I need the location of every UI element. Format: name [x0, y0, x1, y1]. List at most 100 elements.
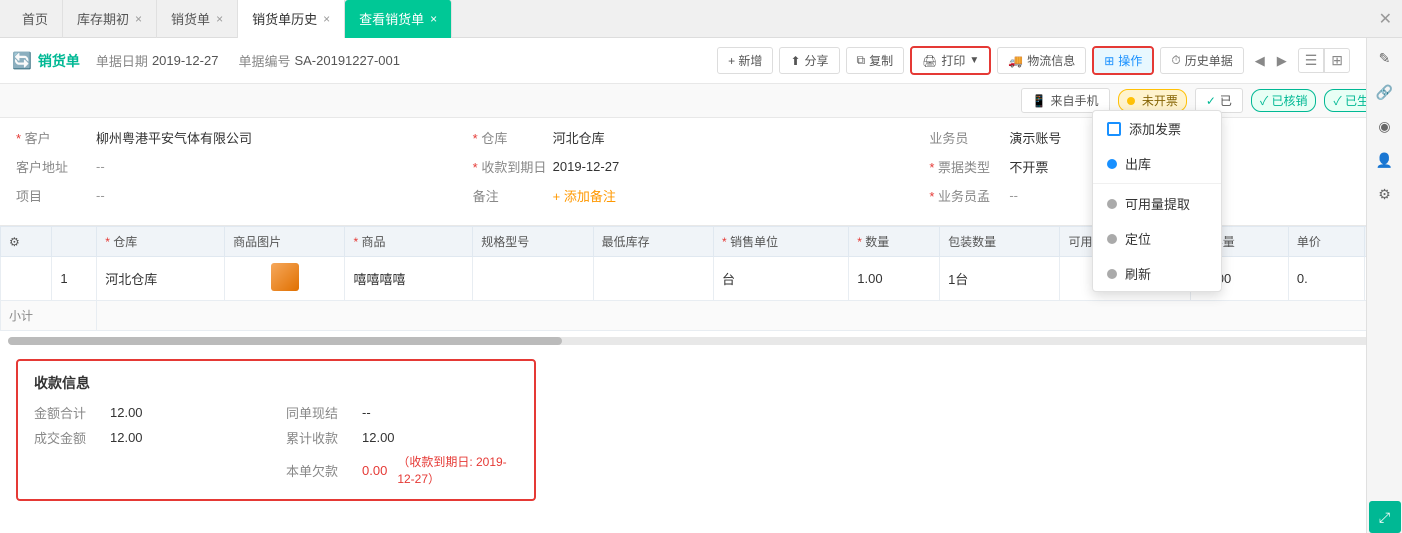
due-date-group: 收款到期日 2019-12-27	[473, 157, 930, 176]
new-label: + 新增	[728, 52, 762, 69]
product-image	[271, 263, 299, 291]
col-qty: 数量	[849, 227, 940, 257]
sidebar-expand-icon[interactable]: ⤢	[1369, 501, 1401, 533]
copy-icon: ⧉	[857, 53, 866, 68]
copy-button[interactable]: ⧉ 复制	[846, 47, 905, 74]
dropdown-add-invoice[interactable]: 添加发票	[1093, 111, 1221, 146]
tab-sales-order[interactable]: 销货单 ×	[157, 0, 238, 38]
summary-owed-label: 本单欠款	[286, 461, 356, 480]
new-button[interactable]: + 新增	[717, 47, 773, 74]
doc-header: 🔄 销货单 单据日期 2019-12-27 单据编号 SA-20191227-0…	[0, 38, 1402, 84]
ops-icon: ⊞	[1104, 54, 1114, 68]
doc-date-label: 单据日期	[96, 51, 148, 70]
tab-view-sales-close[interactable]: ×	[430, 12, 437, 26]
summary-total: 金额合计 12.00	[34, 403, 266, 422]
checked-tag[interactable]: ✓ 已核销	[1251, 89, 1317, 112]
summary-same-settle: 同单现结 --	[286, 403, 518, 422]
history-button[interactable]: ⏱ 历史单据	[1160, 47, 1243, 74]
share-icon: ⬆	[790, 54, 800, 68]
scrollbar-thumb[interactable]	[8, 337, 562, 345]
sidebar-link-icon[interactable]: 🔗	[1369, 76, 1401, 108]
staff-label: 业务员	[929, 128, 1009, 147]
summary-deal-value: 12.00	[110, 430, 143, 445]
dropdown-available-qty[interactable]: 可用量提取	[1093, 186, 1221, 221]
dropdown-refresh[interactable]: 刷新	[1093, 256, 1221, 291]
add-note-btn[interactable]: + 添加备注	[553, 186, 616, 205]
summary-same-settle-label: 同单现结	[286, 403, 356, 422]
logistics-label: 物流信息	[1027, 52, 1075, 69]
tab-inventory-init[interactable]: 库存期初 ×	[63, 0, 157, 38]
refresh-label: 刷新	[1125, 264, 1151, 283]
outbound-label: 出库	[1125, 154, 1151, 173]
row-img	[225, 257, 345, 301]
outbound-icon	[1107, 159, 1117, 169]
address-label: 客户地址	[16, 157, 96, 176]
print-icon: 🖨	[922, 54, 937, 68]
warehouse-group: 仓库 河北仓库	[473, 128, 930, 147]
history-icon: ⏱	[1171, 53, 1180, 68]
customer-group: 客户 柳州粤港平安气体有限公司	[16, 128, 473, 147]
print-label: 打印	[941, 52, 965, 69]
row-gear	[1, 257, 52, 301]
sidebar-eye-icon[interactable]: ◉	[1369, 110, 1401, 142]
col-idx	[52, 227, 97, 257]
phone-icon: 📱	[1032, 94, 1047, 108]
tab-inventory-init-close[interactable]: ×	[135, 12, 142, 26]
doc-date-item: 单据日期 2019-12-27	[96, 51, 219, 70]
doc-icon: 🔄	[12, 51, 32, 71]
unopen-tag[interactable]: 未开票	[1118, 89, 1187, 112]
summary-collected-value: 12.00	[362, 430, 395, 445]
summary-same-settle-value: --	[362, 405, 371, 420]
print-dropdown-icon: ▼	[969, 55, 979, 66]
col-minstock: 最低库存	[593, 227, 713, 257]
sidebar-settings-icon[interactable]: ⚙	[1369, 178, 1401, 210]
tab-sales-order-close[interactable]: ×	[216, 12, 223, 26]
tabs-bar: 首页 库存期初 × 销货单 × 销货单历史 × 查看销货单 × ✕	[0, 0, 1402, 38]
project-value: --	[96, 188, 105, 203]
col-unit: 销售单位	[714, 227, 849, 257]
locate-icon	[1107, 234, 1117, 244]
horizontal-scrollbar[interactable]	[8, 337, 1394, 345]
nav-prev[interactable]: ◀	[1250, 50, 1270, 72]
col-warehouse: 仓库	[97, 227, 225, 257]
add-invoice-label: 添加发票	[1129, 119, 1181, 138]
sidebar-edit-icon[interactable]: ✎	[1369, 42, 1401, 74]
summary-total-value: 12.00	[110, 405, 143, 420]
truck-icon: 🚚	[1008, 54, 1023, 68]
dropdown-locate[interactable]: 定位	[1093, 221, 1221, 256]
view-grid-btn[interactable]: ⊞	[1324, 48, 1350, 73]
customer-label: 客户	[16, 128, 96, 147]
print-button[interactable]: 🖨 打印 ▼	[912, 48, 989, 73]
col-packqty: 包装数量	[940, 227, 1060, 257]
nav-next[interactable]: ▶	[1272, 50, 1292, 72]
address-group: 客户地址 --	[16, 157, 473, 176]
scrollbar-area	[0, 331, 1402, 349]
subtotal-row: 小计	[1, 301, 1402, 331]
dropdown-outbound[interactable]: 出库	[1093, 146, 1221, 181]
row-unit: 台	[714, 257, 849, 301]
from-phone-label: 来自手机	[1050, 92, 1098, 109]
tab-home[interactable]: 首页	[8, 0, 63, 38]
share-button[interactable]: ⬆ 分享	[779, 47, 839, 74]
sidebar-user-icon[interactable]: 👤	[1369, 144, 1401, 176]
confirm-icon: ✓	[1206, 94, 1216, 108]
col-spec: 规格型号	[473, 227, 593, 257]
logistics-button[interactable]: 🚚 物流信息	[997, 47, 1086, 74]
available-qty-icon	[1107, 199, 1117, 209]
tab-view-sales[interactable]: 查看销货单 ×	[345, 0, 452, 38]
window-close-btn[interactable]: ✕	[1379, 9, 1392, 29]
row-price: 0.	[1288, 257, 1364, 301]
staff-value: 演示账号	[1009, 128, 1061, 147]
subtotal-values	[97, 301, 1402, 331]
add-invoice-icon	[1107, 122, 1121, 136]
note-group: 备注 + 添加备注	[473, 186, 930, 205]
doc-title-area: 🔄 销货单	[12, 51, 80, 71]
ops-button[interactable]: ⊞ 操作	[1094, 48, 1152, 73]
row-minstock	[593, 257, 713, 301]
right-sidebar: ✎ 🔗 ◉ 👤 ⚙ ⤢	[1366, 38, 1402, 533]
tab-sales-history-close[interactable]: ×	[323, 12, 330, 26]
tab-sales-history[interactable]: 销货单历史 ×	[238, 0, 345, 38]
ticket-type-label: 票据类型	[929, 157, 1009, 176]
doc-no-value: SA-20191227-001	[294, 53, 400, 68]
view-list-btn[interactable]: ☰	[1298, 48, 1325, 73]
